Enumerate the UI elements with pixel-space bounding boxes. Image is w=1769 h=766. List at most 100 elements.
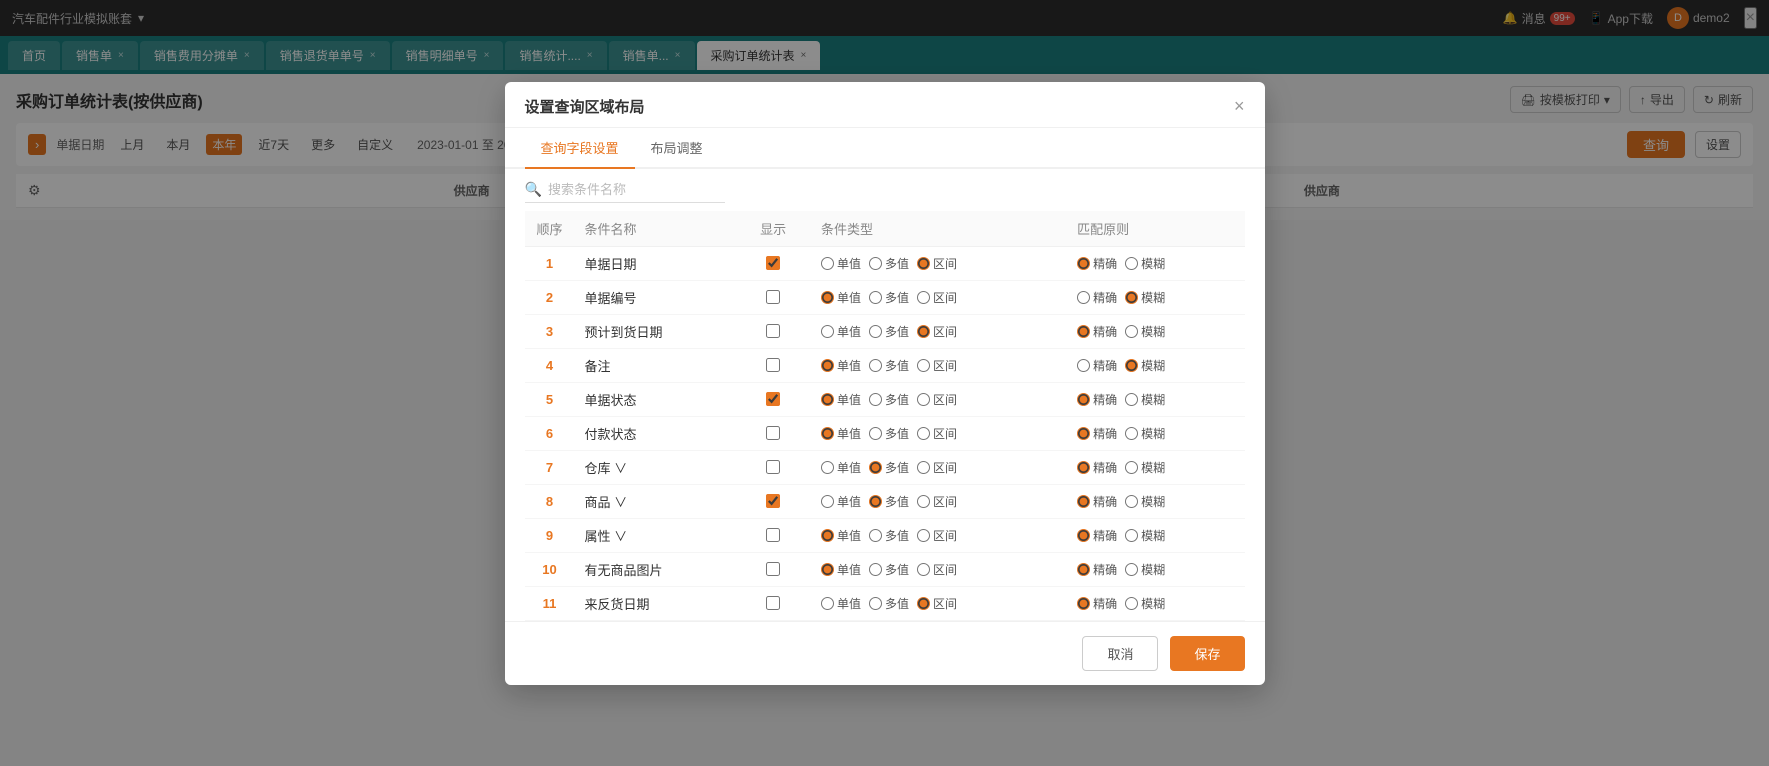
cancel-button[interactable]: 取消 [1082,636,1158,671]
display-checkbox-1[interactable] [766,256,780,270]
table-row: 7仓库 ∨单值多值区间精确模糊 [525,450,1245,484]
match-radio-exact-2[interactable]: 精确 [1077,289,1117,306]
match-radio-fuzzy-1[interactable]: 模糊 [1125,255,1165,272]
row-display-1[interactable] [735,246,811,280]
row-order-7: 7 [525,450,575,484]
display-checkbox-6[interactable] [766,426,780,440]
type-radio-single-6[interactable]: 单值 [821,425,861,442]
match-radio-fuzzy-11[interactable]: 模糊 [1125,595,1165,612]
row-display-5[interactable] [735,382,811,416]
type-radio-range-11[interactable]: 区间 [917,595,957,612]
table-row: 1单据日期单值多值区间精确模糊 [525,246,1245,280]
type-radio-single-2[interactable]: 单值 [821,289,861,306]
type-radio-range-4[interactable]: 区间 [917,357,957,374]
match-radio-fuzzy-9[interactable]: 模糊 [1125,527,1165,544]
row-display-10[interactable] [735,552,811,586]
type-radio-single-3[interactable]: 单值 [821,323,861,340]
row-match-6: 精确模糊 [1067,416,1244,450]
row-match-7: 精确模糊 [1067,450,1244,484]
type-radio-single-9[interactable]: 单值 [821,527,861,544]
modal-backdrop[interactable]: 设置查询区域布局 × 查询字段设置 布局调整 🔍 顺序 [0,0,1769,766]
row-match-2: 精确模糊 [1067,280,1244,314]
match-radio-exact-1[interactable]: 精确 [1077,255,1117,272]
modal-tab-layout[interactable]: 布局调整 [635,128,719,169]
type-radio-multi-9[interactable]: 多值 [869,527,909,544]
type-radio-range-5[interactable]: 区间 [917,391,957,408]
match-radio-fuzzy-8[interactable]: 模糊 [1125,493,1165,510]
row-display-9[interactable] [735,518,811,552]
row-type-2: 单值多值区间 [811,280,1067,314]
type-radio-single-10[interactable]: 单值 [821,561,861,578]
match-radio-exact-11[interactable]: 精确 [1077,595,1117,612]
table-row: 8商品 ∨单值多值区间精确模糊 [525,484,1245,518]
display-checkbox-10[interactable] [766,562,780,576]
modal-close-button[interactable]: × [1234,97,1245,115]
type-radio-range-8[interactable]: 区间 [917,493,957,510]
type-radio-single-1[interactable]: 单值 [821,255,861,272]
match-radio-fuzzy-2[interactable]: 模糊 [1125,289,1165,306]
type-radio-range-9[interactable]: 区间 [917,527,957,544]
type-radio-range-10[interactable]: 区间 [917,561,957,578]
row-display-2[interactable] [735,280,811,314]
row-display-3[interactable] [735,314,811,348]
match-radio-fuzzy-6[interactable]: 模糊 [1125,425,1165,442]
type-radio-multi-1[interactable]: 多值 [869,255,909,272]
display-checkbox-2[interactable] [766,290,780,304]
type-radio-multi-7[interactable]: 多值 [869,459,909,476]
display-checkbox-11[interactable] [766,596,780,610]
type-radio-single-7[interactable]: 单值 [821,459,861,476]
col-match: 匹配原则 [1067,211,1244,247]
display-checkbox-3[interactable] [766,324,780,338]
search-input[interactable] [548,182,708,197]
type-radio-multi-8[interactable]: 多值 [869,493,909,510]
modal-tab-query-fields[interactable]: 查询字段设置 [525,128,635,169]
row-display-11[interactable] [735,586,811,620]
row-display-8[interactable] [735,484,811,518]
row-type-8: 单值多值区间 [811,484,1067,518]
type-radio-multi-10[interactable]: 多值 [869,561,909,578]
match-radio-exact-7[interactable]: 精确 [1077,459,1117,476]
type-radio-single-8[interactable]: 单值 [821,493,861,510]
type-radio-single-4[interactable]: 单值 [821,357,861,374]
row-display-4[interactable] [735,348,811,382]
display-checkbox-4[interactable] [766,358,780,372]
row-match-9: 精确模糊 [1067,518,1244,552]
modal-search-area: 🔍 [505,169,1265,211]
match-radio-fuzzy-3[interactable]: 模糊 [1125,323,1165,340]
match-radio-fuzzy-4[interactable]: 模糊 [1125,357,1165,374]
match-radio-exact-4[interactable]: 精确 [1077,357,1117,374]
match-radio-exact-8[interactable]: 精确 [1077,493,1117,510]
type-radio-range-6[interactable]: 区间 [917,425,957,442]
type-radio-single-5[interactable]: 单值 [821,391,861,408]
type-radio-range-7[interactable]: 区间 [917,459,957,476]
display-checkbox-8[interactable] [766,494,780,508]
match-radio-exact-5[interactable]: 精确 [1077,391,1117,408]
type-radio-multi-6[interactable]: 多值 [869,425,909,442]
row-display-6[interactable] [735,416,811,450]
match-radio-exact-10[interactable]: 精确 [1077,561,1117,578]
col-display: 显示 [735,211,811,247]
modal-table: 顺序 条件名称 显示 条件类型 匹配原则 1单据日期单值多值区间精确模糊2单据编… [505,211,1265,621]
match-radio-exact-9[interactable]: 精确 [1077,527,1117,544]
type-radio-multi-5[interactable]: 多值 [869,391,909,408]
table-row: 11来反货日期单值多值区间精确模糊 [525,586,1245,620]
match-radio-exact-6[interactable]: 精确 [1077,425,1117,442]
match-radio-fuzzy-10[interactable]: 模糊 [1125,561,1165,578]
type-radio-multi-11[interactable]: 多值 [869,595,909,612]
match-radio-exact-3[interactable]: 精确 [1077,323,1117,340]
save-button[interactable]: 保存 [1170,636,1244,671]
type-radio-single-11[interactable]: 单值 [821,595,861,612]
match-radio-fuzzy-7[interactable]: 模糊 [1125,459,1165,476]
type-radio-range-3[interactable]: 区间 [917,323,957,340]
display-checkbox-7[interactable] [766,460,780,474]
type-radio-multi-4[interactable]: 多值 [869,357,909,374]
display-checkbox-5[interactable] [766,392,780,406]
type-radio-multi-2[interactable]: 多值 [869,289,909,306]
display-checkbox-9[interactable] [766,528,780,542]
type-radio-range-1[interactable]: 区间 [917,255,957,272]
search-icon: 🔍 [525,181,542,198]
type-radio-range-2[interactable]: 区间 [917,289,957,306]
row-display-7[interactable] [735,450,811,484]
type-radio-multi-3[interactable]: 多值 [869,323,909,340]
match-radio-fuzzy-5[interactable]: 模糊 [1125,391,1165,408]
